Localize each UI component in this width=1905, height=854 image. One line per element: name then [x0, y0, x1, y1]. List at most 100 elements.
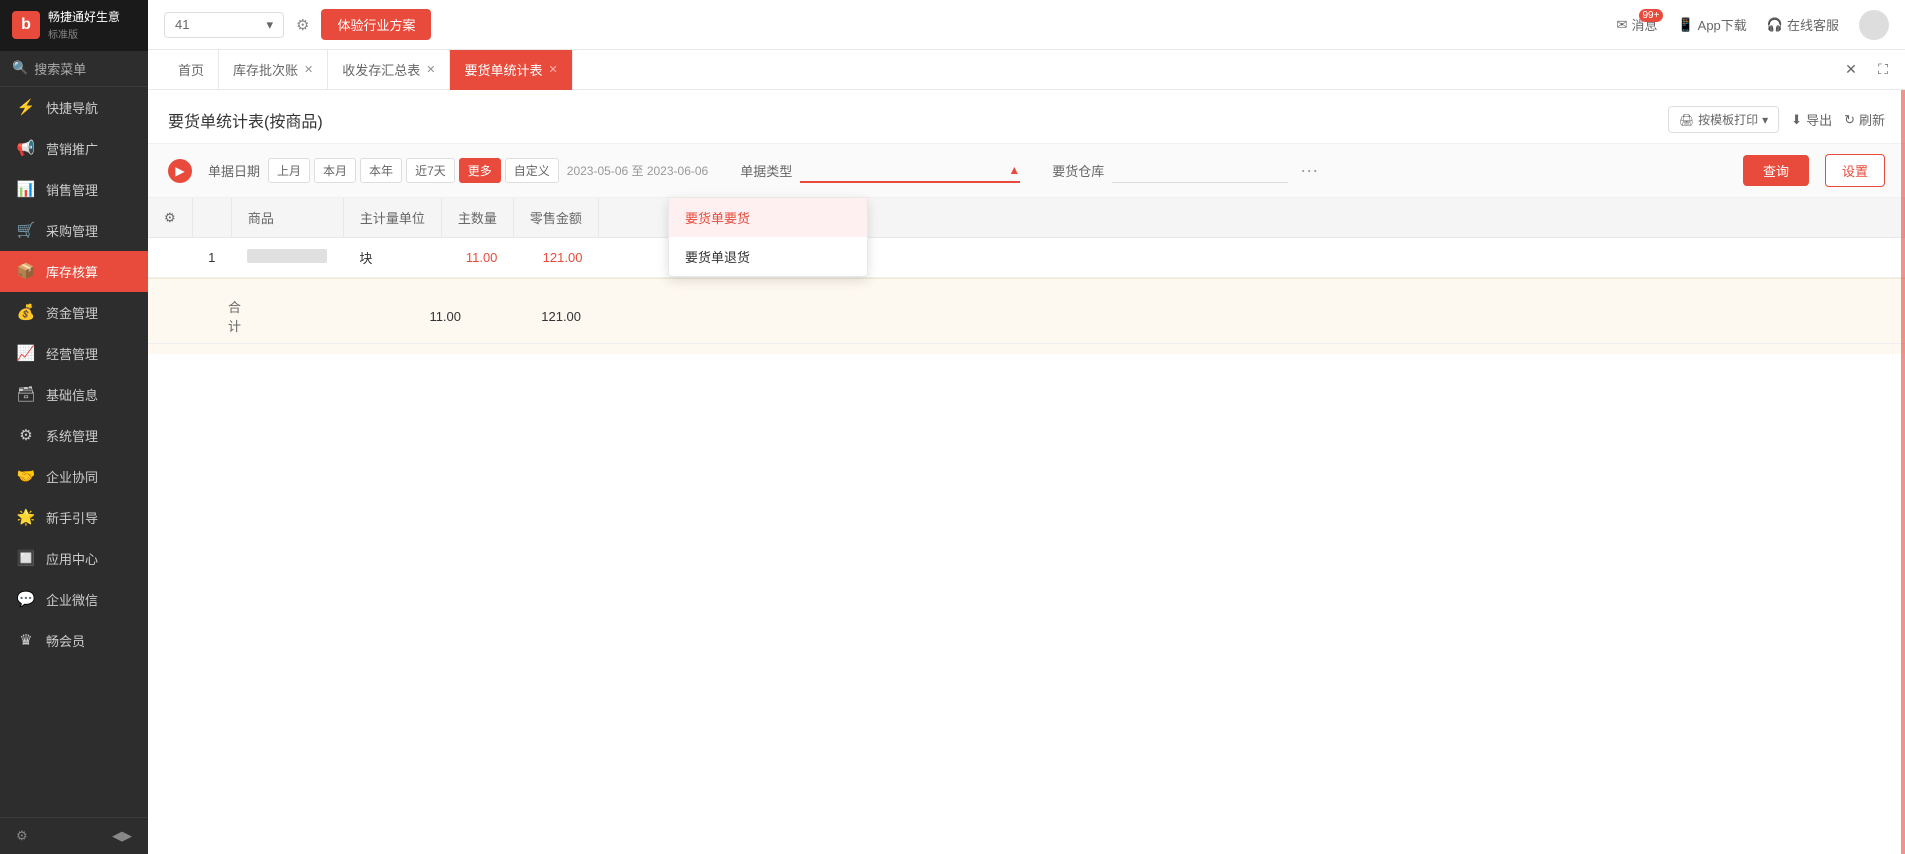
resize-handle[interactable] [1901, 90, 1905, 854]
window-controls: ✕ ⛶ [1837, 56, 1905, 84]
tab-order-stats-label: 要货单统计表 [464, 60, 542, 79]
type-select-input[interactable] [800, 162, 1008, 177]
table-header-row: ⚙ 商品 主计量单位 主数量 零售金额 [148, 198, 1905, 238]
sidebar-label-finance: 资金管理 [46, 303, 98, 322]
topbar-left: 41 ▾ ⚙ 体验行业方案 [164, 9, 431, 40]
sidebar-label-wechat: 企业微信 [46, 590, 98, 609]
tab-summary-close[interactable]: ✕ [426, 63, 435, 76]
settings-icon[interactable]: ⚙ [16, 828, 28, 844]
marketing-icon: 📢 [16, 139, 36, 157]
print-label: 按模板打印 [1698, 111, 1758, 128]
chevron-down-icon: ▾ [266, 17, 273, 33]
product-placeholder [247, 249, 327, 263]
sidebar-item-sales[interactable]: 📊 销售管理 [0, 169, 148, 210]
topbar: 41 ▾ ⚙ 体验行业方案 ✉ 消息 99+ 📱 App下载 🎧 在线客服 [148, 0, 1905, 50]
trial-btn[interactable]: 体验行业方案 [321, 9, 431, 40]
col-unit-header: 主计量单位 [343, 198, 441, 238]
page-actions: 🖨 按模板打印 ▾ ⬇ 导出 ↻ 刷新 [1668, 106, 1885, 133]
date-range-text: 2023-05-06 至 2023-06-06 [567, 162, 708, 179]
sidebar-label-basic: 基础信息 [46, 385, 98, 404]
footer-qty: 11.00 [357, 289, 477, 344]
filter-expand-btn[interactable]: ▶ [168, 159, 192, 183]
warehouse-input[interactable] [1112, 159, 1288, 183]
sidebar-item-vip[interactable]: ♛ 畅会员 [0, 620, 148, 661]
date-label: 单据日期 [208, 161, 260, 180]
app-download-btn[interactable]: 📱 App下载 [1677, 15, 1746, 34]
collapse-icon[interactable]: ◀▶ [112, 828, 132, 844]
print-btn[interactable]: 🖨 按模板打印 ▾ [1668, 106, 1779, 133]
refresh-btn[interactable]: ↻ 刷新 [1844, 110, 1885, 129]
guide-icon: 🌟 [16, 508, 36, 526]
page-title: 要货单统计表(按商品) [168, 108, 323, 132]
purchase-icon: 🛒 [16, 221, 36, 239]
col-product-header: 商品 [231, 198, 343, 238]
col-qty-header: 主数量 [441, 198, 513, 238]
app-download-label: App下载 [1698, 15, 1747, 34]
tab-order-stats[interactable]: 要货单统计表 ✕ [450, 50, 572, 90]
sidebar-nav: ⚡ 快捷导航 📢 营销推广 📊 销售管理 🛒 采购管理 📦 库存核算 💰 资金管… [0, 87, 148, 817]
avatar[interactable] [1859, 10, 1889, 40]
gear-icon[interactable]: ⚙ [296, 16, 309, 34]
this-month-btn[interactable]: 本月 [314, 158, 356, 183]
search-menu[interactable]: 🔍 搜索菜单 [0, 51, 148, 87]
print-icon: 🖨 [1679, 113, 1694, 127]
custom-btn[interactable]: 自定义 [505, 158, 559, 183]
online-service-btn[interactable]: 🎧 在线客服 [1767, 15, 1839, 34]
sidebar-item-wechat[interactable]: 💬 企业微信 [0, 579, 148, 620]
col-settings-header[interactable]: ⚙ [148, 198, 192, 238]
sidebar-item-inventory[interactable]: 📦 库存核算 [0, 251, 148, 292]
dropdown-item-order-return[interactable]: 要货单退货 [669, 237, 867, 276]
sidebar-item-marketing[interactable]: 📢 营销推广 [0, 128, 148, 169]
main-content: 41 ▾ ⚙ 体验行业方案 ✉ 消息 99+ 📱 App下载 🎧 在线客服 [148, 0, 1905, 854]
messages-btn[interactable]: ✉ 消息 99+ [1617, 15, 1658, 34]
more-btn[interactable]: 更多 [459, 158, 501, 183]
settings-btn[interactable]: 设置 [1825, 154, 1885, 187]
warehouse-more-btn[interactable]: ··· [1300, 160, 1318, 181]
last7-btn[interactable]: 近7天 [406, 158, 455, 183]
row-product [231, 238, 343, 278]
dropdown-item-order-goods[interactable]: 要货单要货 [669, 198, 867, 237]
search-menu-label: 搜索菜单 [34, 59, 86, 78]
finance-icon: 💰 [16, 303, 36, 321]
type-select[interactable]: ▲ [800, 158, 1020, 183]
row-index: 1 [192, 238, 231, 278]
basic-icon: 🗃 [16, 385, 36, 403]
tab-order-stats-close[interactable]: ✕ [549, 63, 558, 76]
sidebar-label-marketing: 营销推广 [46, 139, 98, 158]
sidebar-item-purchase[interactable]: 🛒 采购管理 [0, 210, 148, 251]
footer-unit-col [257, 289, 357, 344]
row-qty: 11.00 [441, 238, 513, 278]
sidebar-item-finance[interactable]: 💰 资金管理 [0, 292, 148, 333]
sidebar-item-business[interactable]: 📈 经营管理 [0, 333, 148, 374]
export-btn[interactable]: ⬇ 导出 [1791, 110, 1832, 129]
sidebar-item-guide[interactable]: 🌟 新手引导 [0, 497, 148, 538]
footer-amount: 121.00 [477, 289, 597, 344]
sidebar-item-quick[interactable]: ⚡ 快捷导航 [0, 87, 148, 128]
sidebar-item-system[interactable]: ⚙ 系统管理 [0, 415, 148, 456]
sidebar-label-quick: 快捷导航 [46, 98, 98, 117]
tab-summary[interactable]: 收发存汇总表 ✕ [328, 50, 450, 90]
col-amount-header: 零售金额 [513, 198, 598, 238]
appstore-icon: 🔲 [16, 549, 36, 567]
type-filter-group: 单据类型 ▲ [740, 158, 1020, 183]
tab-batch-close[interactable]: ✕ [304, 63, 313, 76]
tab-batch[interactable]: 库存批次账 ✕ [219, 50, 328, 90]
sidebar-item-appstore[interactable]: 🔲 应用中心 [0, 538, 148, 579]
this-year-btn[interactable]: 本年 [360, 158, 402, 183]
refresh-icon: ↻ [1844, 112, 1855, 128]
close-window-btn[interactable]: ✕ [1837, 56, 1865, 84]
footer-index-col [180, 289, 212, 344]
sidebar-label-appstore: 应用中心 [46, 549, 98, 568]
query-btn[interactable]: 查询 [1743, 155, 1809, 186]
tab-home[interactable]: 首页 [164, 50, 219, 90]
filter-bar: ▶ 单据日期 上月 本月 本年 近7天 更多 自定义 2023-05-06 至 … [148, 144, 1905, 198]
online-service-label: 在线客服 [1787, 15, 1839, 34]
branch-selector[interactable]: 41 ▾ [164, 12, 284, 38]
last-month-btn[interactable]: 上月 [268, 158, 310, 183]
chevron-up-icon: ▲ [1008, 163, 1020, 177]
maximize-window-btn[interactable]: ⛶ [1869, 56, 1897, 84]
date-btns: 上月 本月 本年 近7天 更多 自定义 [268, 158, 559, 183]
refresh-label: 刷新 [1859, 110, 1885, 129]
sidebar-item-basic[interactable]: 🗃 基础信息 [0, 374, 148, 415]
sidebar-item-collab[interactable]: 🤝 企业协同 [0, 456, 148, 497]
